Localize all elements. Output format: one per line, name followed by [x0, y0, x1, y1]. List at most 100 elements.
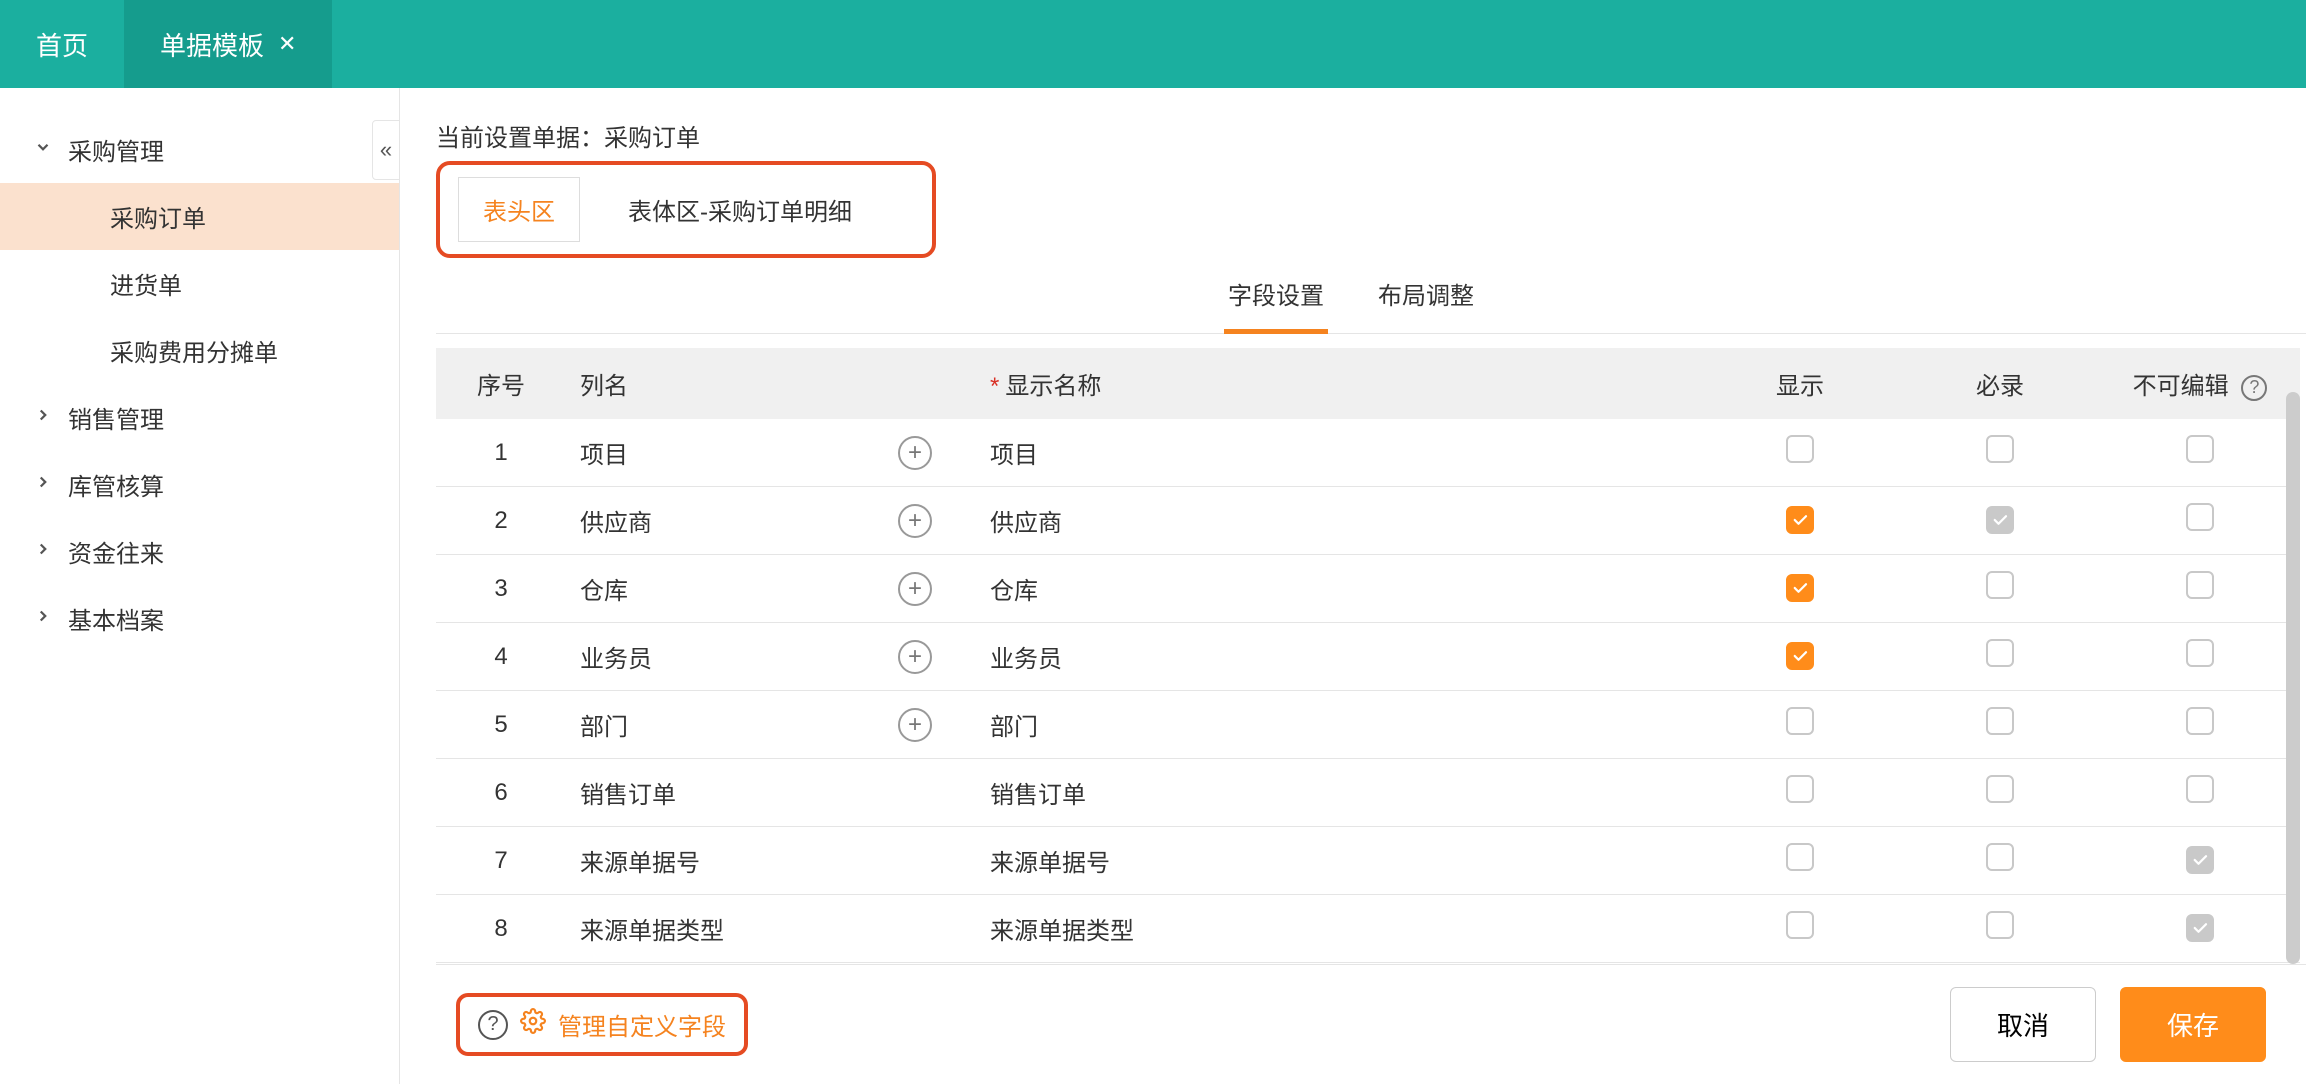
main-pane: 当前设置单据：采购订单 表头区表体区-采购订单明细 字段设置布局调整 序号 列名… — [400, 88, 2306, 1084]
cell-col-name: 来源单据类型 — [566, 895, 976, 963]
checkbox[interactable] — [1786, 707, 1814, 735]
scrollbar[interactable] — [2286, 392, 2300, 964]
checkbox[interactable] — [1786, 435, 1814, 463]
zone-tab-0[interactable]: 表头区 — [458, 177, 580, 242]
checkbox — [2186, 914, 2214, 942]
checkbox[interactable] — [1986, 571, 2014, 599]
tree-leaf-0-2[interactable]: 采购费用分摊单 — [0, 317, 399, 384]
tree-group-label-text: 基本档案 — [68, 601, 164, 636]
checkbox[interactable] — [1986, 707, 2014, 735]
top-tab-label: 单据模板 — [160, 26, 264, 63]
table-row: 4业务员+业务员 — [436, 623, 2300, 691]
tree-group-3[interactable]: 资金往来 — [0, 518, 399, 585]
col-name-text: 部门 — [580, 707, 628, 742]
help-icon[interactable]: ? — [2241, 375, 2267, 401]
cell-show — [1700, 759, 1900, 827]
cell-req — [1900, 895, 2100, 963]
cell-lock — [2100, 623, 2300, 691]
close-icon[interactable]: ✕ — [278, 33, 296, 55]
cell-show — [1700, 691, 1900, 759]
plus-icon[interactable]: + — [898, 572, 932, 606]
plus-icon[interactable]: + — [898, 436, 932, 470]
col-lock-header-text: 不可编辑 — [2133, 373, 2229, 400]
checkbox[interactable] — [2186, 639, 2214, 667]
tree-group-label-text: 采购管理 — [68, 132, 164, 167]
top-tab-0[interactable]: 首页 — [0, 0, 124, 88]
plus-icon[interactable]: + — [898, 708, 932, 742]
tree-leaf-0-0[interactable]: 采购订单 — [0, 183, 399, 250]
checkbox[interactable] — [1986, 911, 2014, 939]
checkbox[interactable] — [1786, 911, 1814, 939]
cell-col-name: 仓库+ — [566, 555, 976, 623]
checkbox[interactable] — [2186, 707, 2214, 735]
field-table-wrap: 序号 列名 *显示名称 显示 必录 不可编辑 ? — [436, 348, 2300, 964]
cell-seq: 8 — [436, 895, 566, 963]
col-name-text: 供应商 — [580, 503, 652, 538]
checkbox[interactable] — [1986, 435, 2014, 463]
checkbox[interactable] — [1786, 574, 1814, 602]
tree-group-label-text: 库管核算 — [68, 467, 164, 502]
question-icon[interactable]: ? — [478, 1010, 508, 1040]
tree-leaf-0-1[interactable]: 进货单 — [0, 250, 399, 317]
cell-col-name: 供应商 + — [566, 487, 976, 555]
cell-col-name: 项目 + — [566, 419, 976, 487]
section-tab-0[interactable]: 字段设置 — [1224, 276, 1328, 334]
table-row: 1项目+项目 — [436, 419, 2300, 487]
col-disp-header-text: 显示名称 — [1005, 373, 1101, 400]
cell-col-name: 预计到货日期 — [566, 963, 976, 965]
zone-tab-1[interactable]: 表体区-采购订单明细 — [604, 178, 876, 241]
col-show-header: 显示 — [1700, 348, 1900, 419]
checkbox[interactable] — [1986, 639, 2014, 667]
manage-custom-fields-link[interactable]: 管理自定义字段 — [558, 1007, 726, 1042]
checkbox[interactable] — [2186, 775, 2214, 803]
tree-group-1[interactable]: 销售管理 — [0, 384, 399, 451]
checkbox[interactable] — [2186, 435, 2214, 463]
checkbox[interactable] — [1786, 642, 1814, 670]
cell-display-name[interactable]: 来源单据号 — [976, 827, 1700, 895]
checkbox — [2186, 846, 2214, 874]
checkbox[interactable] — [2186, 503, 2214, 531]
cell-display-name[interactable]: 仓库 — [976, 555, 1700, 623]
gear-icon — [520, 1008, 546, 1041]
cell-col-name: 来源单据号 — [566, 827, 976, 895]
cell-display-name[interactable]: 项目 — [976, 419, 1700, 487]
cell-display-name[interactable]: 来源单据类型 — [976, 895, 1700, 963]
cell-display-name[interactable]: 部门 — [976, 691, 1700, 759]
cell-display-name[interactable]: 供应商 — [976, 487, 1700, 555]
cell-show — [1700, 555, 1900, 623]
cancel-button[interactable]: 取消 — [1950, 987, 2096, 1062]
checkbox[interactable] — [2186, 571, 2214, 599]
cell-req — [1900, 555, 2100, 623]
table-row: 7来源单据号来源单据号 — [436, 827, 2300, 895]
cell-display-name[interactable]: 业务员 — [976, 623, 1700, 691]
cell-display-name[interactable]: 预计到货日期 — [976, 963, 1700, 965]
cell-show — [1700, 827, 1900, 895]
cell-seq: 6 — [436, 759, 566, 827]
plus-icon[interactable]: + — [898, 504, 932, 538]
section-tabs: 字段设置布局调整 — [436, 276, 2306, 334]
cell-display-name[interactable]: 销售订单 — [976, 759, 1700, 827]
manage-custom-fields-highlight-box: ? 管理自定义字段 — [456, 993, 748, 1056]
tree-group-2[interactable]: 库管核算 — [0, 451, 399, 518]
chevron-right-icon — [34, 406, 52, 430]
chevron-right-icon — [34, 540, 52, 564]
checkbox[interactable] — [1786, 775, 1814, 803]
cell-col-name: 业务员+ — [566, 623, 976, 691]
cell-req — [1900, 419, 2100, 487]
save-button[interactable]: 保存 — [2120, 987, 2266, 1062]
checkbox[interactable] — [1986, 775, 2014, 803]
plus-icon[interactable]: + — [898, 640, 932, 674]
checkbox[interactable] — [1786, 506, 1814, 534]
cell-show — [1700, 963, 1900, 965]
checkbox[interactable] — [1786, 843, 1814, 871]
section-tab-1[interactable]: 布局调整 — [1374, 276, 1478, 334]
tree-group-0[interactable]: 采购管理 — [0, 116, 399, 183]
cell-req — [1900, 759, 2100, 827]
cell-show — [1700, 487, 1900, 555]
checkbox — [1986, 506, 2014, 534]
chevron-right-icon — [34, 607, 52, 631]
tree-group-4[interactable]: 基本档案 — [0, 585, 399, 652]
checkbox[interactable] — [1986, 843, 2014, 871]
top-tab-1[interactable]: 单据模板 ✕ — [124, 0, 332, 88]
col-name-text: 项目 — [580, 435, 628, 470]
